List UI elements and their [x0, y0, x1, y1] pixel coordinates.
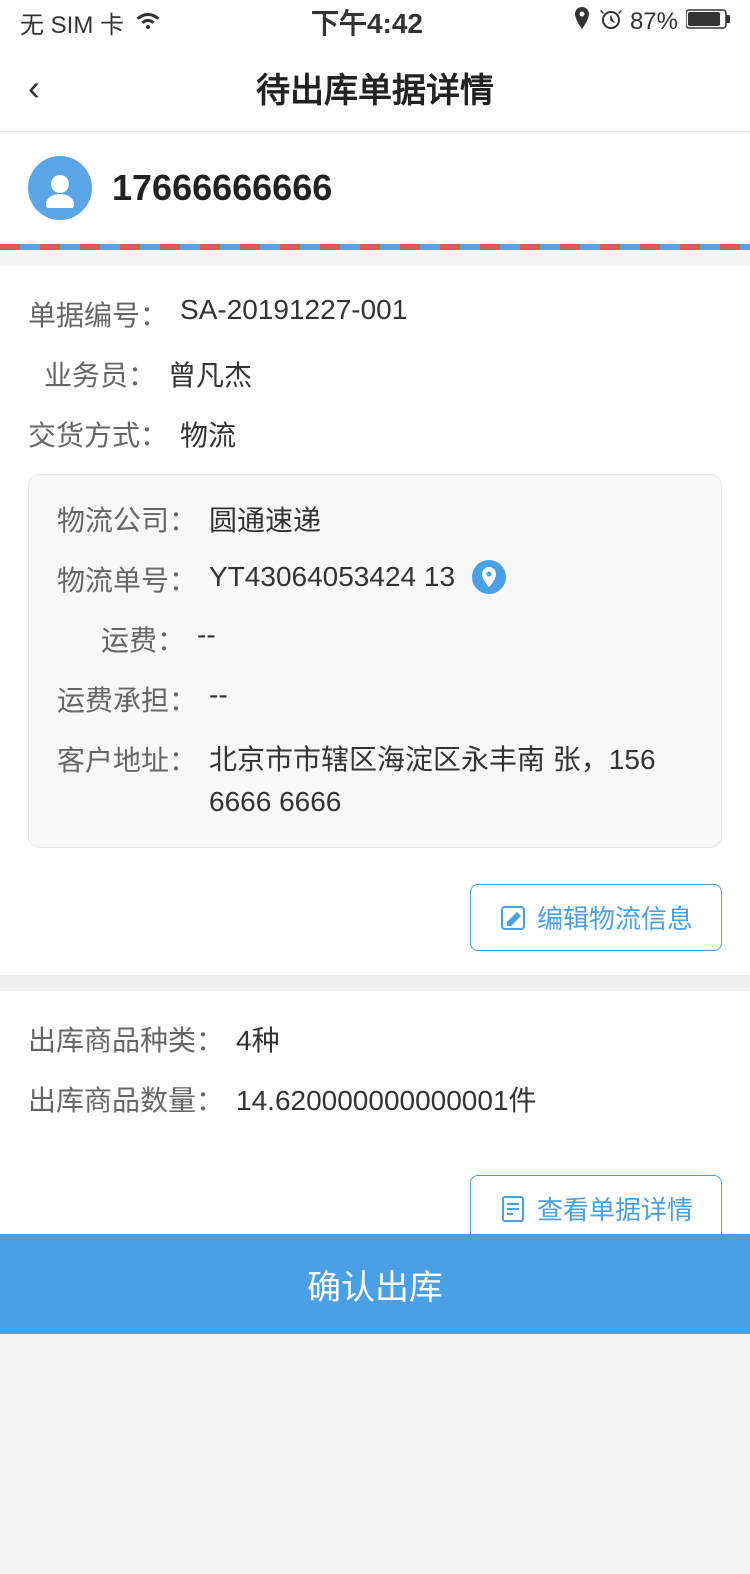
- detail-icon: [499, 1195, 527, 1223]
- address-label: 客户地址：: [57, 739, 209, 779]
- order-number-value: SA-20191227-001: [180, 294, 722, 326]
- nav-bar: ‹ 待出库单据详情: [0, 44, 750, 132]
- section-separator: [0, 975, 750, 991]
- edit-icon: [499, 904, 527, 932]
- confirm-button-label: 确认出库: [307, 1260, 443, 1309]
- address-row: 客户地址： 北京市市辖区海淀区永丰南 张，156 6666 6666: [57, 739, 693, 823]
- product-section: 出库商品种类： 4种 出库商品数量： 14.620000000000001件: [0, 991, 750, 1159]
- carrier-text: 无 SIM 卡: [20, 5, 124, 40]
- tracking-row: 物流单号： YT43064053424 13: [57, 559, 693, 599]
- order-number-label: 单据编号：: [28, 294, 180, 334]
- sales-person-label: 业务员：: [28, 354, 168, 394]
- view-detail-button[interactable]: 查看单据详情: [470, 1175, 722, 1242]
- status-bar: 无 SIM 卡 下午4:42 87%: [0, 0, 750, 44]
- tracking-value: YT43064053424 13: [209, 559, 693, 595]
- edit-logistics-button[interactable]: 编辑物流信息: [470, 884, 722, 951]
- delivery-method-label: 交货方式：: [28, 414, 180, 454]
- logistics-card: 物流公司： 圆通速递 物流单号： YT43064053424 13 运费： --…: [28, 474, 722, 848]
- back-button[interactable]: ‹: [28, 67, 40, 109]
- product-types-label: 出库商品种类：: [28, 1019, 236, 1059]
- logistics-company-label: 物流公司：: [57, 499, 209, 539]
- freight-label: 运费：: [57, 619, 197, 659]
- status-left: 无 SIM 卡: [20, 5, 162, 40]
- logistics-company-value: 圆通速递: [209, 499, 693, 539]
- location-status-icon: [572, 7, 592, 38]
- tracking-label: 物流单号：: [57, 559, 209, 599]
- status-right: 87%: [572, 7, 730, 38]
- wifi-icon: [134, 8, 162, 36]
- avatar: [28, 156, 92, 220]
- product-quantity-label: 出库商品数量：: [28, 1079, 236, 1119]
- freight-value: --: [197, 619, 693, 651]
- product-types-row: 出库商品种类： 4种: [28, 1019, 722, 1059]
- product-quantity-value: 14.620000000000001件: [236, 1079, 722, 1119]
- freight-row: 运费： --: [57, 619, 693, 659]
- logistics-company-row: 物流公司： 圆通速递: [57, 499, 693, 539]
- confirm-button[interactable]: 确认出库: [0, 1234, 750, 1334]
- customer-phone: 17666666666: [112, 167, 332, 209]
- alarm-icon: [600, 8, 622, 37]
- freight-bearer-label: 运费承担：: [57, 679, 209, 719]
- status-time: 下午4:42: [311, 2, 423, 42]
- freight-bearer-value: --: [209, 679, 693, 711]
- sales-person-value: 曾凡杰: [168, 354, 722, 394]
- sales-person-row: 业务员： 曾凡杰: [28, 354, 722, 394]
- delivery-method-value: 物流: [180, 414, 722, 454]
- edit-btn-container: 编辑物流信息: [0, 868, 750, 975]
- delivery-method-row: 交货方式： 物流: [28, 414, 722, 454]
- customer-header: 17666666666: [0, 132, 750, 244]
- order-number-row: 单据编号： SA-20191227-001: [28, 294, 722, 334]
- dashed-divider: [0, 244, 750, 250]
- order-info-section: 单据编号： SA-20191227-001 业务员： 曾凡杰 交货方式： 物流 …: [0, 266, 750, 868]
- product-types-value: 4种: [236, 1019, 722, 1059]
- product-quantity-row: 出库商品数量： 14.620000000000001件: [28, 1079, 722, 1119]
- battery-text: 87%: [630, 8, 678, 36]
- freight-bearer-row: 运费承担： --: [57, 679, 693, 719]
- address-value: 北京市市辖区海淀区永丰南 张，156 6666 6666: [209, 739, 693, 823]
- page-title: 待出库单据详情: [256, 63, 494, 112]
- battery-icon: [686, 8, 730, 37]
- tracking-location-icon[interactable]: [471, 559, 507, 595]
